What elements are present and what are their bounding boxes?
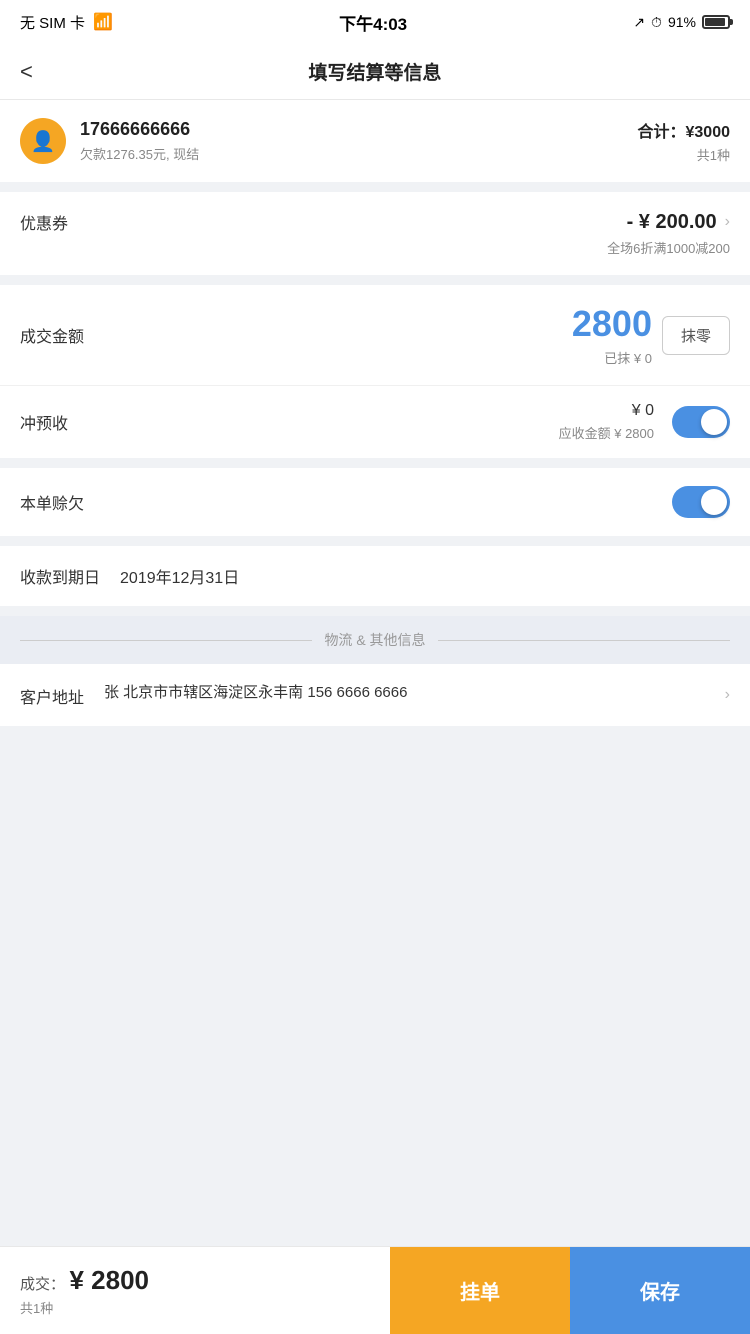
total-amount: 合计：¥3000 — [638, 118, 731, 142]
prepay-right: ¥ 0 应收金额 ¥ 2800 — [559, 402, 730, 442]
discount-section: 优惠券 - ¥ 200.00 › 全场6折满1000减200 — [0, 192, 750, 275]
divider-line-right — [438, 640, 730, 641]
carrier-text: 无 SIM 卡 — [20, 12, 85, 33]
prepay-amount: ¥ 0 — [559, 402, 654, 420]
customer-phone: 17666666666 — [80, 119, 199, 140]
discount-label: 优惠券 — [20, 210, 68, 234]
battery-icon — [702, 15, 730, 29]
save-button[interactable]: 保存 — [570, 1247, 750, 1334]
address-section: 客户地址 张 北京市市辖区海淀区永丰南 156 6666 6666 › — [0, 664, 750, 726]
status-time: 下午4:03 — [339, 10, 407, 35]
bottom-summary: 成交： ¥ 2800 共1种 — [0, 1265, 390, 1317]
divider-text: 物流 & 其他信息 — [324, 630, 425, 650]
debt-toggle-knob — [701, 489, 727, 515]
bottom-deal-label: 成交： — [20, 1276, 65, 1293]
address-value: 张 北京市市辖区海淀区永丰南 156 6666 6666 — [104, 682, 715, 705]
pending-button[interactable]: 挂单 — [390, 1247, 570, 1334]
gray-spacer — [0, 726, 750, 906]
bottom-deal-line: 成交： ¥ 2800 — [20, 1265, 370, 1296]
avatar: 👤 — [20, 118, 66, 164]
duedate-label: 收款到期日 — [20, 564, 100, 588]
status-right: ↗ ⏱ 91% — [633, 14, 730, 31]
discount-amount: - ¥ 200.00 — [627, 211, 717, 234]
back-button[interactable]: < — [20, 59, 33, 85]
customer-debt: 欠款1276.35元, 现结 — [80, 144, 199, 163]
deal-amount-num: 2800 — [572, 303, 652, 345]
prepay-toggle[interactable] — [672, 406, 730, 438]
prepay-receivable: 应收金额 ¥ 2800 — [559, 423, 654, 442]
debt-toggle[interactable] — [672, 486, 730, 518]
address-chevron-icon: › — [725, 682, 730, 704]
toggle-knob — [701, 409, 727, 435]
divider-line-left — [20, 640, 312, 641]
bottom-bar: 成交： ¥ 2800 共1种 挂单 保存 — [0, 1246, 750, 1334]
prepay-value-block: ¥ 0 应收金额 ¥ 2800 — [559, 402, 654, 442]
location-icon: ↗ — [633, 14, 645, 31]
status-bar: 无 SIM 卡 📶 下午4:03 ↗ ⏱ 91% — [0, 0, 750, 44]
prepay-label: 冲预收 — [20, 410, 68, 434]
address-label: 客户地址 — [20, 682, 84, 708]
deal-already: 已抹 ¥ 0 — [572, 348, 652, 367]
page-title: 填写结算等信息 — [308, 58, 441, 85]
chevron-right-icon: › — [725, 213, 730, 231]
battery-text: 91% — [668, 14, 696, 30]
address-row[interactable]: 客户地址 张 北京市市辖区海淀区永丰南 156 6666 6666 › — [0, 664, 750, 726]
deal-amount-block: 2800 已抹 ¥ 0 — [572, 303, 652, 367]
deal-amount-right: 2800 已抹 ¥ 0 抹零 — [572, 303, 730, 367]
prepay-row: 冲预收 ¥ 0 应收金额 ¥ 2800 — [0, 385, 750, 458]
duedate-value: 2019年12月31日 — [120, 564, 239, 588]
duedate-section: 收款到期日 2019年12月31日 — [0, 546, 750, 606]
nav-bar: < 填写结算等信息 — [0, 44, 750, 100]
customer-card: 👤 17666666666 欠款1276.35元, 现结 合计：¥3000 共1… — [0, 100, 750, 182]
discount-desc: 全场6折满1000减200 — [20, 238, 730, 257]
customer-info: 17666666666 欠款1276.35元, 现结 — [80, 119, 199, 163]
status-left: 无 SIM 卡 📶 — [20, 12, 113, 33]
debt-section: 本单赊欠 — [0, 468, 750, 536]
divider-section: 物流 & 其他信息 — [0, 616, 750, 664]
bottom-deal-count: 共1种 — [20, 1298, 370, 1317]
customer-left: 👤 17666666666 欠款1276.35元, 现结 — [20, 118, 199, 164]
deal-amount-row: 成交金额 2800 已抹 ¥ 0 抹零 — [0, 285, 750, 385]
round-button[interactable]: 抹零 — [662, 316, 730, 355]
deal-amount-label: 成交金额 — [20, 323, 84, 347]
wifi-icon: 📶 — [93, 12, 113, 32]
main-content: 👤 17666666666 欠款1276.35元, 现结 合计：¥3000 共1… — [0, 100, 750, 1006]
alarm-icon: ⏱ — [651, 14, 662, 31]
duedate-row: 收款到期日 2019年12月31日 — [20, 564, 730, 588]
total-count: 共1种 — [638, 145, 731, 164]
discount-row[interactable]: 优惠券 - ¥ 200.00 › 全场6折满1000减200 — [0, 192, 750, 275]
bottom-deal-amount: ¥ 2800 — [69, 1265, 149, 1295]
customer-right: 合计：¥3000 共1种 — [638, 118, 731, 164]
deal-section: 成交金额 2800 已抹 ¥ 0 抹零 冲预收 ¥ 0 应收金额 ¥ 2800 — [0, 285, 750, 458]
debt-label: 本单赊欠 — [20, 490, 84, 514]
